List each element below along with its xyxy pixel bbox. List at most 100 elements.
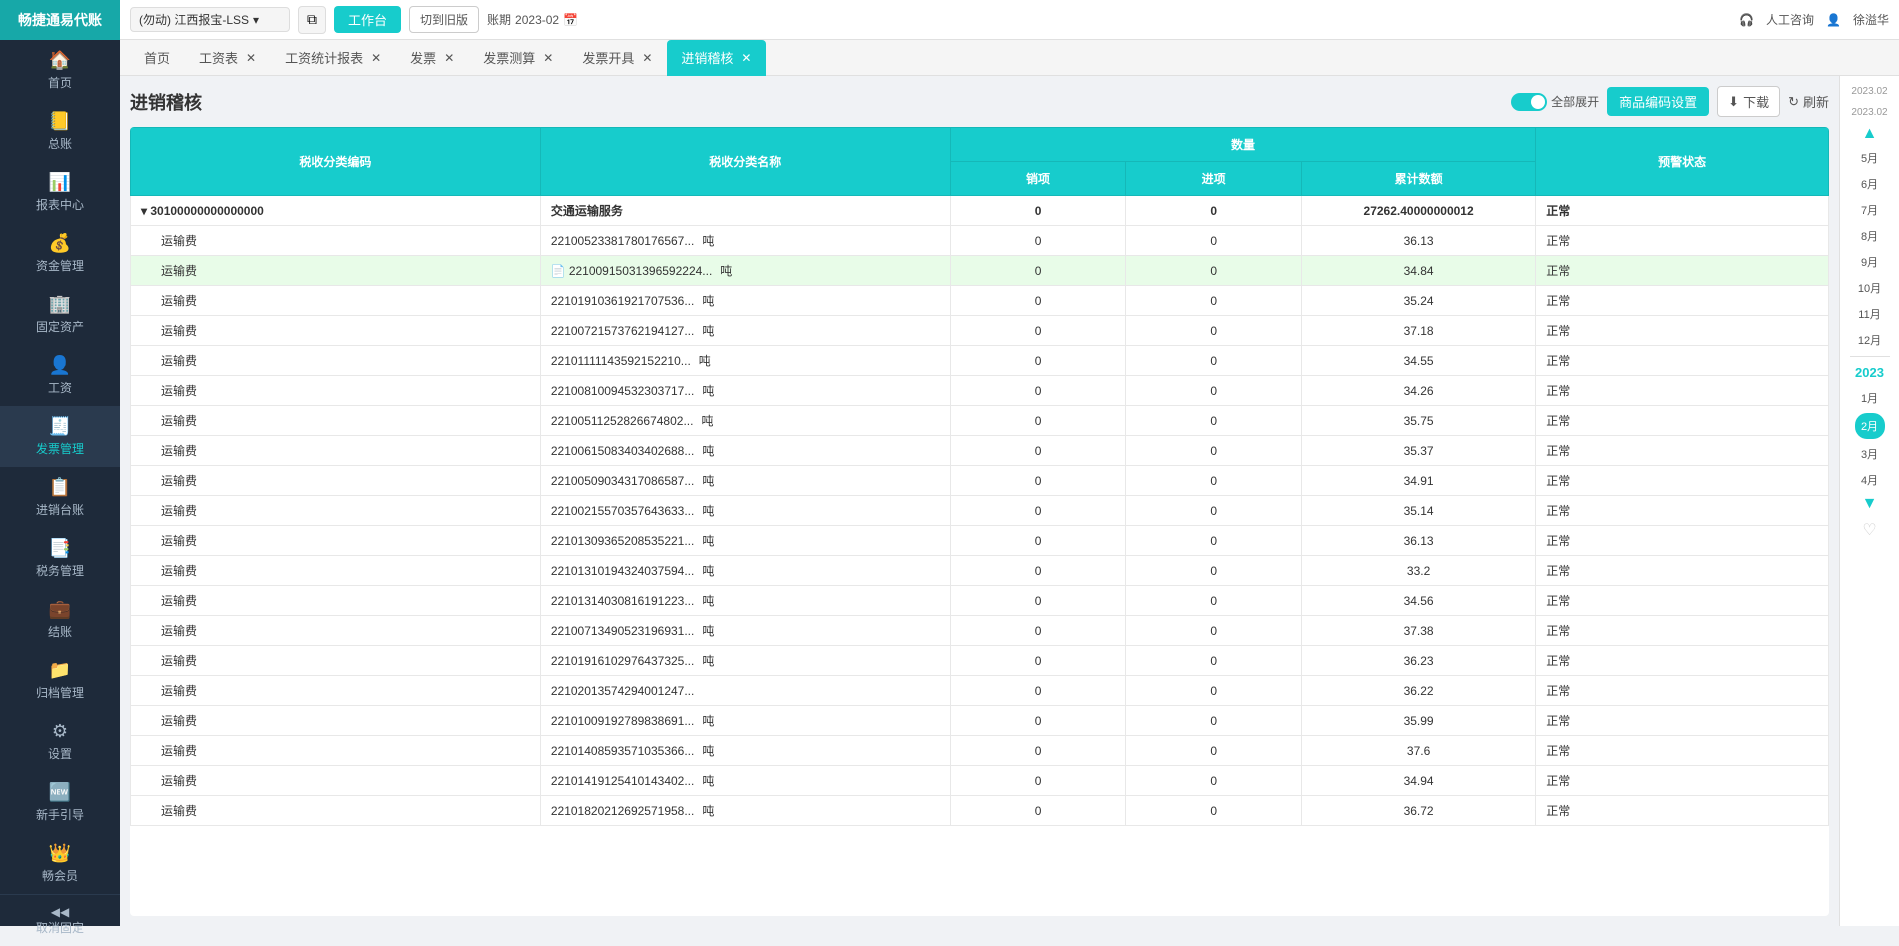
sidebar-item-tax[interactable]: 📑 税务管理 bbox=[0, 528, 120, 589]
sidebar-item-filing[interactable]: 📁 归档管理 bbox=[0, 650, 120, 711]
sidebar-item-report[interactable]: 📊 报表中心 bbox=[0, 162, 120, 223]
tab-salary-table-close[interactable]: ✕ bbox=[246, 51, 256, 65]
favorite-icon[interactable]: ♡ bbox=[1862, 520, 1876, 540]
tab-invoice-calc-close[interactable]: ✕ bbox=[543, 51, 553, 65]
sidebar-item-label: 首页 bbox=[48, 74, 72, 91]
item-name-cell: 运输费 bbox=[131, 256, 541, 286]
item-name-cell: 运输费 bbox=[131, 376, 541, 406]
download-label: 下载 bbox=[1743, 92, 1769, 111]
refresh-button[interactable]: ↻ 刷新 bbox=[1788, 92, 1829, 111]
sidebar-item-sales[interactable]: 📋 进销台账 bbox=[0, 467, 120, 528]
item-name-cell: 运输费 bbox=[131, 676, 541, 706]
sidebar-item-guide[interactable]: 🆕 新手引导 bbox=[0, 772, 120, 833]
item-name-cell: 运输费 bbox=[131, 436, 541, 466]
right-panel-feb[interactable]: 2月 bbox=[1855, 413, 1885, 439]
tab-salary-table[interactable]: 工资表 ✕ bbox=[185, 40, 271, 76]
sidebar-item-home[interactable]: 🏠 首页 bbox=[0, 40, 120, 101]
sales-cell: 0 bbox=[950, 436, 1126, 466]
right-panel-sep[interactable]: 9月 bbox=[1840, 249, 1899, 275]
right-panel-apr[interactable]: 4月 bbox=[1840, 467, 1899, 493]
pin-toggle[interactable]: ◀◀ 取消固定 bbox=[0, 894, 120, 946]
fund-icon: 💰 bbox=[49, 233, 71, 254]
sidebar-item-close[interactable]: 💼 结账 bbox=[0, 589, 120, 650]
sidebar-item-setting[interactable]: ⚙ 设置 bbox=[0, 711, 120, 772]
user-name: 徐溢华 bbox=[1853, 11, 1889, 28]
tab-invoice-open[interactable]: 发票开具 ✕ bbox=[568, 40, 667, 76]
sidebar-item-invoice[interactable]: 🧾 发票管理 bbox=[0, 406, 120, 467]
tax-name-text: 22101314030816191223... bbox=[551, 594, 694, 608]
item-tax-name-cell: 22102013574294001247... bbox=[540, 676, 950, 706]
cumulative-cell: 36.72 bbox=[1302, 796, 1536, 826]
sidebar-item-salary[interactable]: 👤 工资 bbox=[0, 345, 120, 406]
company-selector[interactable]: (勿动) 江西报宝-LSS ▾ bbox=[130, 7, 290, 32]
switch-version-button[interactable]: 切到旧版 bbox=[409, 6, 479, 33]
workbench-button[interactable]: 工作台 bbox=[334, 6, 401, 33]
expand-icon[interactable]: ▾ bbox=[141, 204, 150, 218]
purchase-cell: 0 bbox=[1126, 706, 1302, 736]
sidebar-item-fund[interactable]: 💰 资金管理 bbox=[0, 223, 120, 284]
col-quantity-group: 数量 bbox=[950, 128, 1535, 162]
tab-salary-table-label: 工资表 bbox=[199, 48, 238, 67]
right-panel-aug[interactable]: 8月 bbox=[1840, 223, 1899, 249]
sidebar-item-member[interactable]: 👑 畅会员 bbox=[0, 833, 120, 894]
right-panel-nov[interactable]: 11月 bbox=[1840, 301, 1899, 327]
table-row: 运输费22101314030816191223...吨0034.56正常 bbox=[131, 586, 1829, 616]
item-name-cell: 运输费 bbox=[131, 796, 541, 826]
copy-button[interactable]: ⧉ bbox=[298, 6, 326, 34]
purchase-cell: 0 bbox=[1126, 616, 1302, 646]
app-logo: 畅捷通易代账 bbox=[0, 0, 120, 40]
toggle-expand-control[interactable]: 全部展开 bbox=[1511, 93, 1599, 111]
expand-toggle-switch[interactable] bbox=[1511, 93, 1547, 111]
tab-salary-stat[interactable]: 工资统计报表 ✕ bbox=[271, 40, 396, 76]
cumulative-cell: 27262.40000000012 bbox=[1302, 196, 1536, 226]
tab-invoice-close[interactable]: ✕ bbox=[444, 51, 454, 65]
right-panel-year: 2023 bbox=[1840, 360, 1899, 385]
right-panel-dec[interactable]: 12月 bbox=[1840, 327, 1899, 353]
status-cell: 正常 bbox=[1536, 466, 1829, 496]
download-button[interactable]: ⬇ 下载 bbox=[1717, 86, 1780, 117]
item-tax-name-cell: 22100713490523196931...吨 bbox=[540, 616, 950, 646]
tab-salary-stat-close[interactable]: ✕ bbox=[371, 51, 381, 65]
scroll-up-button[interactable]: ▲ bbox=[1860, 123, 1880, 145]
item-name-cell: 运输费 bbox=[131, 406, 541, 436]
tab-invoice-calc[interactable]: 发票测算 ✕ bbox=[469, 40, 568, 76]
product-setting-button[interactable]: 商品编码设置 bbox=[1607, 87, 1709, 116]
right-panel-may[interactable]: 5月 bbox=[1840, 145, 1899, 171]
tab-invoice-open-close[interactable]: ✕ bbox=[642, 51, 652, 65]
table-row: 运输费22100721573762194127...吨0037.18正常 bbox=[131, 316, 1829, 346]
status-cell: 正常 bbox=[1536, 226, 1829, 256]
asset-icon: 🏢 bbox=[49, 294, 71, 315]
sales-cell: 0 bbox=[950, 616, 1126, 646]
scroll-down-button[interactable]: ▼ bbox=[1860, 493, 1880, 515]
right-panel-oct[interactable]: 10月 bbox=[1840, 275, 1899, 301]
period-value: 2023-02 bbox=[515, 13, 559, 27]
col-sales: 销项 bbox=[950, 162, 1126, 196]
status-cell: 正常 bbox=[1536, 286, 1829, 316]
unit-text: 吨 bbox=[702, 624, 714, 638]
table-row: 运输费22101820212692571958...吨0036.72正常 bbox=[131, 796, 1829, 826]
sales-cell: 0 bbox=[950, 376, 1126, 406]
status-cell: 正常 bbox=[1536, 196, 1829, 226]
item-name-cell: 运输费 bbox=[131, 736, 541, 766]
status-cell: 正常 bbox=[1536, 316, 1829, 346]
right-panel-jul[interactable]: 7月 bbox=[1840, 197, 1899, 223]
right-panel-mar[interactable]: 3月 bbox=[1840, 441, 1899, 467]
right-panel-jan[interactable]: 1月 bbox=[1840, 385, 1899, 411]
purchase-cell: 0 bbox=[1126, 376, 1302, 406]
item-tax-name-cell: 22101419125410143402...吨 bbox=[540, 766, 950, 796]
tab-invoice-open-label: 发票开具 bbox=[582, 48, 634, 67]
period-display: 账期 2023-02 📅 bbox=[487, 11, 578, 28]
tax-name-text: 22100523381780176567... bbox=[551, 234, 694, 248]
tab-sales-check-close[interactable]: ✕ bbox=[741, 51, 751, 65]
purchase-cell: 0 bbox=[1126, 256, 1302, 286]
sidebar-item-ledger[interactable]: 📒 总账 bbox=[0, 101, 120, 162]
panel-divider bbox=[1850, 356, 1890, 357]
item-name-cell: 运输费 bbox=[131, 556, 541, 586]
tab-sales-check[interactable]: 进销稽核 ✕ bbox=[667, 40, 766, 76]
sales-cell: 0 bbox=[950, 526, 1126, 556]
tabbar: 首页 工资表 ✕ 工资统计报表 ✕ 发票 ✕ 发票测算 ✕ 发票开具 ✕ 进销稽… bbox=[120, 40, 1899, 76]
sidebar-item-asset[interactable]: 🏢 固定资产 bbox=[0, 284, 120, 345]
right-panel-jun[interactable]: 6月 bbox=[1840, 171, 1899, 197]
tab-invoice[interactable]: 发票 ✕ bbox=[396, 40, 469, 76]
tab-home[interactable]: 首页 bbox=[130, 40, 185, 76]
